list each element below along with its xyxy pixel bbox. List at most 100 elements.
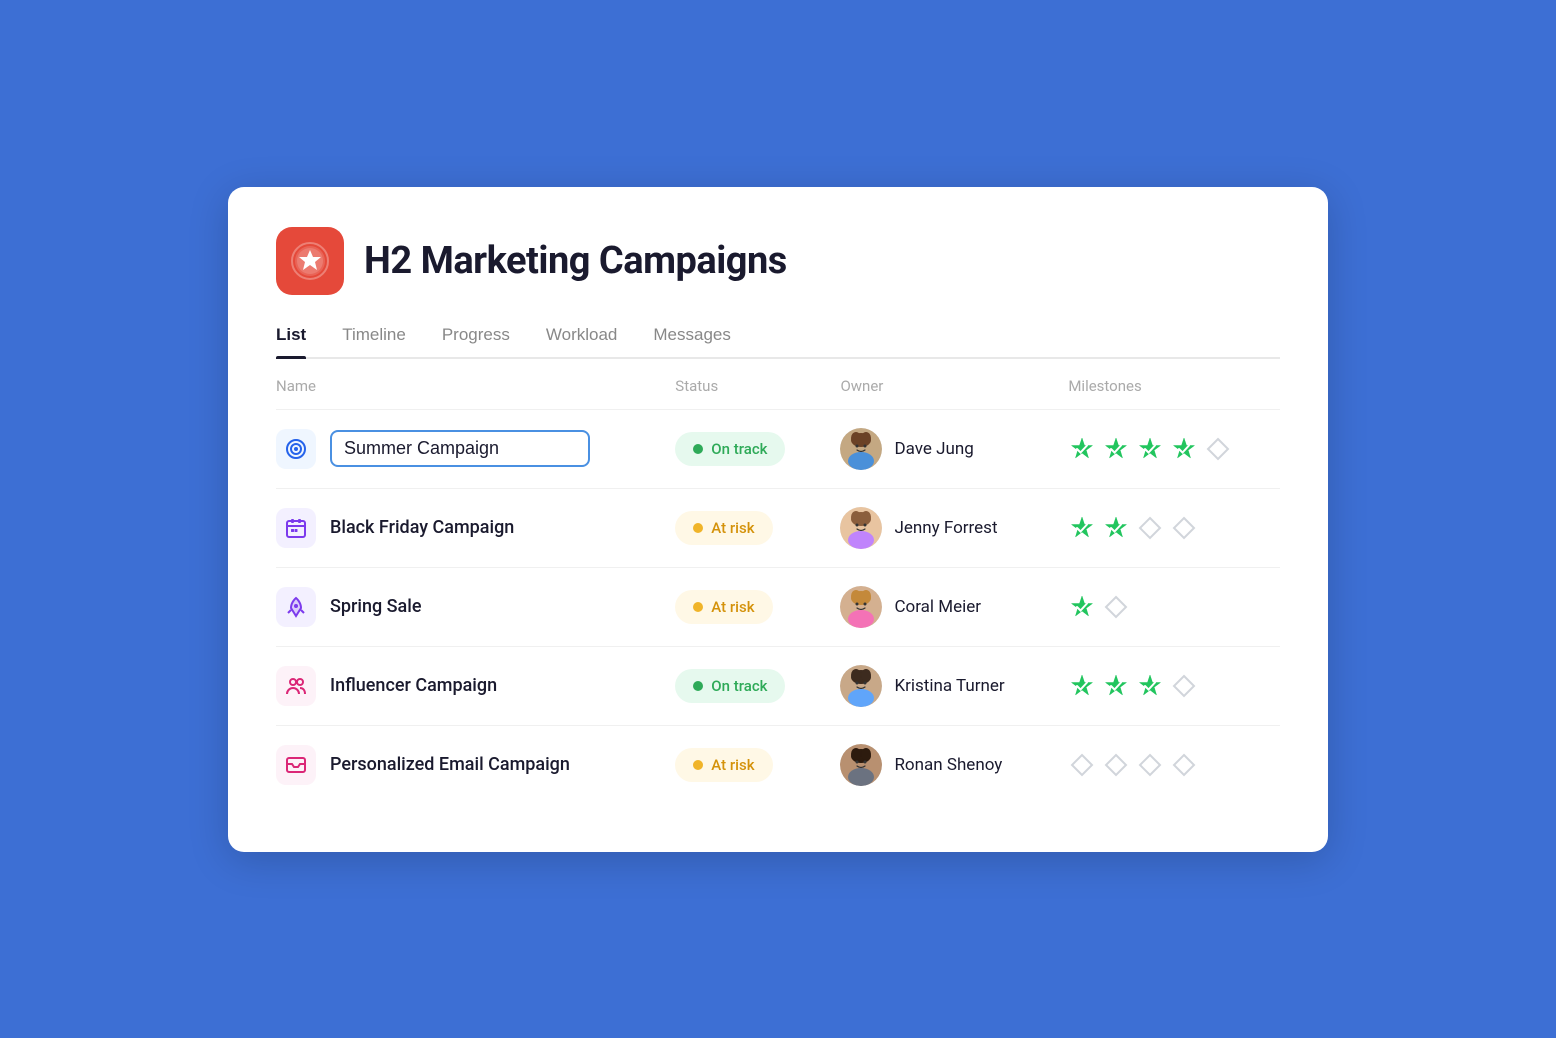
milestone-complete-icon <box>1170 435 1198 463</box>
name-cell-content: Personalized Email Campaign <box>276 745 643 785</box>
milestone-pending-icon <box>1102 593 1130 621</box>
owner-cell: Coral Meier <box>824 567 1052 646</box>
campaigns-table: Name Status Owner Milestones On track <box>276 359 1280 804</box>
col-header-milestones: Milestones <box>1052 359 1280 410</box>
status-dot <box>693 760 703 770</box>
milestone-pending-icon <box>1102 751 1130 779</box>
status-cell: At risk <box>659 567 824 646</box>
app-icon <box>276 227 344 295</box>
milestone-complete-icon <box>1136 672 1164 700</box>
star-icon <box>291 242 329 280</box>
project-name-input[interactable] <box>330 430 590 467</box>
col-header-status: Status <box>659 359 824 410</box>
milestone-complete-icon <box>1068 593 1096 621</box>
milestone-pending-icon <box>1136 514 1164 542</box>
owner-name: Jenny Forrest <box>894 518 997 538</box>
milestone-complete-icon <box>1136 435 1164 463</box>
avatar <box>840 507 882 549</box>
milestones-cell <box>1052 409 1280 488</box>
name-cell-content: Spring Sale <box>276 587 643 627</box>
avatar <box>840 744 882 786</box>
status-badge[interactable]: At risk <box>675 511 772 545</box>
col-header-owner: Owner <box>824 359 1052 410</box>
tab-progress[interactable]: Progress <box>442 325 510 357</box>
table-row: Influencer Campaign On track Kristina Tu… <box>276 646 1280 725</box>
status-cell: On track <box>659 646 824 725</box>
name-cell: Influencer Campaign <box>276 646 659 725</box>
name-cell <box>276 409 659 488</box>
status-badge[interactable]: At risk <box>675 590 772 624</box>
owner-cell: Ronan Shenoy <box>824 725 1052 804</box>
milestones-container <box>1068 514 1264 542</box>
milestones-cell <box>1052 488 1280 567</box>
tab-bar: List Timeline Progress Workload Messages <box>276 325 1280 359</box>
tab-workload[interactable]: Workload <box>546 325 618 357</box>
milestones-cell <box>1052 567 1280 646</box>
milestones-container <box>1068 672 1264 700</box>
owner-name: Coral Meier <box>894 597 981 617</box>
status-text: On track <box>711 440 767 458</box>
tab-list[interactable]: List <box>276 325 306 357</box>
milestone-complete-icon <box>1068 514 1096 542</box>
owner-cell-content: Coral Meier <box>840 586 1036 628</box>
main-card: H2 Marketing Campaigns List Timeline Pro… <box>228 187 1328 852</box>
project-name: Spring Sale <box>330 596 422 617</box>
status-badge[interactable]: On track <box>675 669 785 703</box>
owner-cell-content: Ronan Shenoy <box>840 744 1036 786</box>
name-cell: Black Friday Campaign <box>276 488 659 567</box>
status-cell: At risk <box>659 488 824 567</box>
avatar <box>840 586 882 628</box>
milestone-pending-icon <box>1068 751 1096 779</box>
milestone-complete-icon <box>1102 435 1130 463</box>
project-name: Influencer Campaign <box>330 675 497 696</box>
milestone-complete-icon <box>1102 672 1130 700</box>
status-dot <box>693 444 703 454</box>
owner-cell-content: Jenny Forrest <box>840 507 1036 549</box>
project-icon <box>276 508 316 548</box>
col-header-name: Name <box>276 359 659 410</box>
project-icon <box>276 666 316 706</box>
name-cell-content: Influencer Campaign <box>276 666 643 706</box>
owner-cell-content: Kristina Turner <box>840 665 1036 707</box>
milestones-cell <box>1052 725 1280 804</box>
name-cell-content: Black Friday Campaign <box>276 508 643 548</box>
header: H2 Marketing Campaigns <box>276 227 1280 295</box>
table-row: On track Dave Jung <box>276 409 1280 488</box>
status-badge[interactable]: At risk <box>675 748 772 782</box>
owner-cell: Dave Jung <box>824 409 1052 488</box>
avatar <box>840 665 882 707</box>
status-badge[interactable]: On track <box>675 432 785 466</box>
project-name: Personalized Email Campaign <box>330 754 570 775</box>
status-dot <box>693 602 703 612</box>
milestone-complete-icon <box>1102 514 1130 542</box>
status-text: On track <box>711 677 767 695</box>
status-text: At risk <box>711 519 754 537</box>
project-icon <box>276 429 316 469</box>
project-name: Black Friday Campaign <box>330 517 514 538</box>
milestone-pending-icon <box>1170 672 1198 700</box>
milestones-container <box>1068 435 1264 463</box>
name-cell: Personalized Email Campaign <box>276 725 659 804</box>
milestones-container <box>1068 751 1264 779</box>
milestone-pending-icon <box>1170 751 1198 779</box>
owner-name: Ronan Shenoy <box>894 755 1002 775</box>
milestone-pending-icon <box>1136 751 1164 779</box>
milestone-complete-icon <box>1068 672 1096 700</box>
status-cell: At risk <box>659 725 824 804</box>
milestones-cell <box>1052 646 1280 725</box>
owner-cell-content: Dave Jung <box>840 428 1036 470</box>
milestones-container <box>1068 593 1264 621</box>
owner-name: Dave Jung <box>894 439 973 459</box>
owner-cell: Jenny Forrest <box>824 488 1052 567</box>
table-row: Personalized Email Campaign At risk Rona… <box>276 725 1280 804</box>
avatar <box>840 428 882 470</box>
milestone-pending-icon <box>1170 514 1198 542</box>
name-cell-content <box>276 429 643 469</box>
tab-timeline[interactable]: Timeline <box>342 325 406 357</box>
name-cell: Spring Sale <box>276 567 659 646</box>
tab-messages[interactable]: Messages <box>653 325 730 357</box>
status-cell: On track <box>659 409 824 488</box>
status-dot <box>693 681 703 691</box>
milestone-pending-icon <box>1204 435 1232 463</box>
table-row: Spring Sale At risk Coral Meier <box>276 567 1280 646</box>
